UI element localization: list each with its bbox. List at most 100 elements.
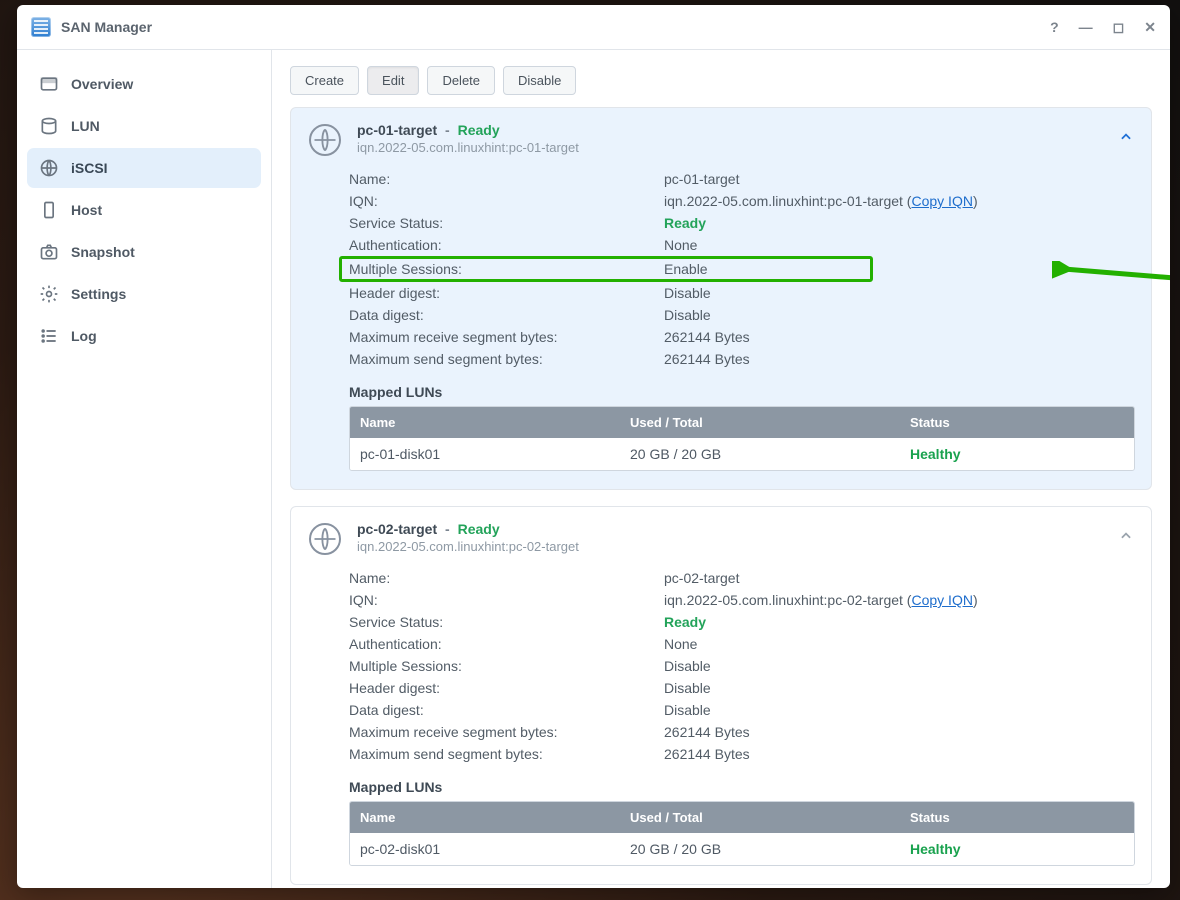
- main-content: Create Edit Delete Disable pc-01-target …: [272, 50, 1170, 888]
- sidebar-item-lun[interactable]: LUN: [27, 106, 261, 146]
- copy-iqn-link[interactable]: Copy IQN: [911, 592, 972, 608]
- label-max-send: Maximum send segment bytes:: [349, 746, 664, 762]
- target-name: pc-02-target: [357, 521, 437, 537]
- chevron-up-icon[interactable]: [1119, 529, 1133, 543]
- row-multiple-sessions: Multiple Sessions: Enable: [339, 256, 873, 282]
- create-button[interactable]: Create: [290, 66, 359, 95]
- edit-button[interactable]: Edit: [367, 66, 419, 95]
- value-authentication: None: [664, 636, 697, 652]
- label-iqn: IQN:: [349, 592, 664, 608]
- target-panel: pc-02-target - Ready iqn.2022-05.com.lin…: [290, 506, 1152, 885]
- td-used: 20 GB / 20 GB: [620, 438, 900, 470]
- label-authentication: Authentication:: [349, 237, 664, 253]
- table-row[interactable]: pc-02-disk01 20 GB / 20 GB Healthy: [350, 833, 1134, 865]
- app-window: SAN Manager ? — ◻ ✕ Overview LUN: [17, 5, 1170, 888]
- th-used: Used / Total: [620, 802, 900, 833]
- value-name: pc-01-target: [664, 171, 739, 187]
- chevron-up-icon[interactable]: [1119, 130, 1133, 144]
- label-max-recv: Maximum receive segment bytes:: [349, 724, 664, 740]
- label-service-status: Service Status:: [349, 215, 664, 231]
- globe-icon: [309, 523, 341, 555]
- target-iqn: iqn.2022-05.com.linuxhint:pc-02-target: [357, 539, 579, 554]
- delete-button[interactable]: Delete: [427, 66, 495, 95]
- value-data-digest: Disable: [664, 307, 711, 323]
- globe-icon: [309, 124, 341, 156]
- value-iqn: iqn.2022-05.com.linuxhint:pc-02-target (…: [664, 592, 978, 608]
- maximize-icon[interactable]: ◻: [1113, 19, 1125, 36]
- label-name: Name:: [349, 171, 664, 187]
- snapshot-icon: [39, 242, 59, 262]
- overview-icon: [39, 74, 59, 94]
- target-title: pc-01-target - Ready: [357, 122, 579, 138]
- target-name: pc-01-target: [357, 122, 437, 138]
- target-header[interactable]: pc-02-target - Ready iqn.2022-05.com.lin…: [291, 507, 1151, 561]
- sidebar-item-host[interactable]: Host: [27, 190, 261, 230]
- value-service-status: Ready: [664, 215, 706, 231]
- iscsi-icon: [39, 158, 59, 178]
- value-data-digest: Disable: [664, 702, 711, 718]
- label-iqn: IQN:: [349, 193, 664, 209]
- target-details: Name:pc-01-target IQN:iqn.2022-05.com.li…: [291, 162, 1151, 489]
- sidebar-item-label: Snapshot: [71, 244, 135, 260]
- sidebar-item-label: iSCSI: [71, 160, 108, 176]
- lun-table: Name Used / Total Status pc-01-disk01 20…: [349, 406, 1135, 471]
- window-controls: ? — ◻ ✕: [1050, 19, 1156, 36]
- titlebar: SAN Manager ? — ◻ ✕: [17, 5, 1170, 50]
- label-service-status: Service Status:: [349, 614, 664, 630]
- value-header-digest: Disable: [664, 285, 711, 301]
- value-multiple-sessions: Disable: [664, 658, 711, 674]
- value-authentication: None: [664, 237, 697, 253]
- value-name: pc-02-target: [664, 570, 739, 586]
- sidebar-item-snapshot[interactable]: Snapshot: [27, 232, 261, 272]
- th-status: Status: [900, 802, 1134, 833]
- sidebar-item-settings[interactable]: Settings: [27, 274, 261, 314]
- table-header: Name Used / Total Status: [350, 407, 1134, 438]
- sidebar: Overview LUN iSCSI Host: [17, 50, 272, 888]
- value-iqn: iqn.2022-05.com.linuxhint:pc-01-target (…: [664, 193, 978, 209]
- value-multiple-sessions: Enable: [664, 261, 708, 277]
- td-name: pc-01-disk01: [350, 438, 620, 470]
- sidebar-item-iscsi[interactable]: iSCSI: [27, 148, 261, 188]
- sidebar-item-overview[interactable]: Overview: [27, 64, 261, 104]
- label-header-digest: Header digest:: [349, 285, 664, 301]
- table-header: Name Used / Total Status: [350, 802, 1134, 833]
- value-max-send: 262144 Bytes: [664, 351, 750, 367]
- mapped-luns-title: Mapped LUNs: [349, 384, 1133, 400]
- lun-icon: [39, 116, 59, 136]
- label-multiple-sessions: Multiple Sessions:: [349, 658, 664, 674]
- td-used: 20 GB / 20 GB: [620, 833, 900, 865]
- td-status: Healthy: [900, 833, 1134, 865]
- log-icon: [39, 326, 59, 346]
- value-max-send: 262144 Bytes: [664, 746, 750, 762]
- target-details: Name:pc-02-target IQN:iqn.2022-05.com.li…: [291, 561, 1151, 884]
- toolbar: Create Edit Delete Disable: [290, 66, 1152, 95]
- label-max-send: Maximum send segment bytes:: [349, 351, 664, 367]
- host-icon: [39, 200, 59, 220]
- target-title: pc-02-target - Ready: [357, 521, 579, 537]
- lun-table: Name Used / Total Status pc-02-disk01 20…: [349, 801, 1135, 866]
- td-name: pc-02-disk01: [350, 833, 620, 865]
- th-name: Name: [350, 407, 620, 438]
- copy-iqn-link[interactable]: Copy IQN: [911, 193, 972, 209]
- label-name: Name:: [349, 570, 664, 586]
- mapped-luns-title: Mapped LUNs: [349, 779, 1133, 795]
- minimize-icon[interactable]: —: [1079, 19, 1093, 35]
- sidebar-item-log[interactable]: Log: [27, 316, 261, 356]
- app-icon: [31, 17, 51, 37]
- target-iqn: iqn.2022-05.com.linuxhint:pc-01-target: [357, 140, 579, 155]
- table-row[interactable]: pc-01-disk01 20 GB / 20 GB Healthy: [350, 438, 1134, 470]
- target-header[interactable]: pc-01-target - Ready iqn.2022-05.com.lin…: [291, 108, 1151, 162]
- td-status: Healthy: [900, 438, 1134, 470]
- help-icon[interactable]: ?: [1050, 19, 1059, 35]
- label-header-digest: Header digest:: [349, 680, 664, 696]
- sidebar-item-label: Overview: [71, 76, 133, 92]
- target-status: Ready: [458, 122, 500, 138]
- sidebar-item-label: LUN: [71, 118, 100, 134]
- label-multiple-sessions: Multiple Sessions:: [349, 261, 664, 277]
- close-icon[interactable]: ✕: [1144, 19, 1156, 36]
- sidebar-item-label: Log: [71, 328, 97, 344]
- value-header-digest: Disable: [664, 680, 711, 696]
- th-name: Name: [350, 802, 620, 833]
- disable-button[interactable]: Disable: [503, 66, 576, 95]
- target-panel: pc-01-target - Ready iqn.2022-05.com.lin…: [290, 107, 1152, 490]
